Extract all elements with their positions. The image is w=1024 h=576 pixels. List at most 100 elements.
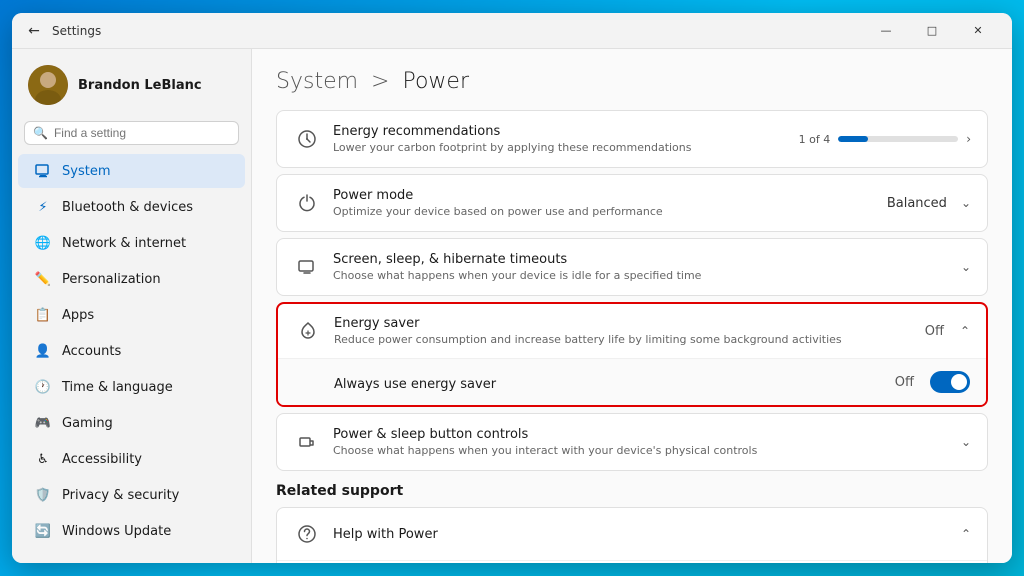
- sidebar-item-label: Accessibility: [62, 452, 142, 467]
- energy-saver-icon: [294, 317, 322, 345]
- sidebar-item-label: Apps: [62, 308, 94, 323]
- sidebar-item-accounts[interactable]: 👤 Accounts: [18, 334, 245, 368]
- energy-saver-sub-state: Off: [895, 375, 914, 390]
- chevron-up-icon[interactable]: ⌃: [960, 324, 970, 338]
- sidebar-item-label: Privacy & security: [62, 488, 179, 503]
- chevron-right-icon[interactable]: ›: [966, 132, 971, 146]
- power-mode-card: Power mode Optimize your device based on…: [276, 174, 988, 232]
- progress-container: 1 of 4: [799, 133, 959, 146]
- bluetooth-icon: ⚡: [34, 198, 52, 216]
- maximize-button[interactable]: □: [910, 15, 954, 47]
- related-support-heading: Related support: [276, 483, 988, 499]
- power-sleep-button-row[interactable]: Power & sleep button controls Choose wha…: [277, 414, 987, 470]
- power-sleep-button-card: Power & sleep button controls Choose wha…: [276, 413, 988, 471]
- power-mode-icon: [293, 189, 321, 217]
- chevron-up-icon[interactable]: ⌃: [961, 527, 971, 541]
- power-sleep-button-action: ⌄: [961, 435, 971, 449]
- personalization-icon: ✏️: [34, 270, 52, 288]
- energy-saver-state-label: Off: [925, 324, 944, 339]
- back-button[interactable]: ←: [24, 21, 44, 41]
- sidebar-item-personalization[interactable]: ✏️ Personalization: [18, 262, 245, 296]
- time-icon: 🕐: [34, 378, 52, 396]
- power-mode-row[interactable]: Power mode Optimize your device based on…: [277, 175, 987, 231]
- power-sleep-button-text: Power & sleep button controls Choose wha…: [333, 427, 961, 457]
- window-controls: — □ ✕: [864, 15, 1000, 47]
- windows-update-icon: 🔄: [34, 522, 52, 540]
- progress-bar-background: [838, 136, 958, 142]
- breadcrumb-current: Power: [402, 69, 469, 94]
- help-with-power-action: ⌃: [961, 527, 971, 541]
- accessibility-icon: ♿: [34, 450, 52, 468]
- power-mode-title: Power mode: [333, 188, 887, 203]
- apps-icon: 📋: [34, 306, 52, 324]
- power-mode-action: Balanced ⌄: [887, 196, 971, 211]
- sidebar-item-system[interactable]: System: [18, 154, 245, 188]
- accounts-icon: 👤: [34, 342, 52, 360]
- chevron-down-icon[interactable]: ⌄: [961, 196, 971, 210]
- always-use-energy-saver-action: Off: [895, 371, 970, 393]
- energy-saver-header[interactable]: Energy saver Reduce power consumption an…: [278, 304, 986, 359]
- sidebar-item-network[interactable]: 🌐 Network & internet: [18, 226, 245, 260]
- sidebar-item-label: Windows Update: [62, 524, 171, 539]
- settings-window: ← Settings — □ ✕ Brandon LeBlanc: [12, 13, 1012, 563]
- toggle-knob: [951, 374, 967, 390]
- energy-saver-title: Energy saver: [334, 316, 925, 331]
- help-icon: [293, 520, 321, 548]
- chevron-down-icon[interactable]: ⌄: [961, 260, 971, 274]
- avatar: [28, 65, 68, 105]
- sidebar-item-time[interactable]: 🕐 Time & language: [18, 370, 245, 404]
- energy-saver-action: Off ⌃: [925, 324, 970, 339]
- content-area: Brandon LeBlanc 🔍 System ⚡ Bl: [12, 49, 1012, 563]
- window-title: Settings: [52, 24, 101, 38]
- sidebar-item-label: Personalization: [62, 272, 161, 287]
- privacy-icon: 🛡️: [34, 486, 52, 504]
- energy-saver-text: Energy saver Reduce power consumption an…: [334, 316, 925, 346]
- user-section: Brandon LeBlanc: [12, 57, 251, 117]
- energy-saver-sub: Always use energy saver Off: [278, 359, 986, 405]
- always-use-energy-saver-text: Always use energy saver: [334, 377, 496, 392]
- screen-sleep-icon: [293, 253, 321, 281]
- energy-recommendations-icon: [293, 125, 321, 153]
- search-icon: 🔍: [33, 126, 48, 140]
- search-box[interactable]: 🔍: [24, 121, 239, 145]
- screen-sleep-text: Screen, sleep, & hibernate timeouts Choo…: [333, 252, 961, 282]
- power-sleep-button-icon: [293, 428, 321, 456]
- energy-saver-toggle[interactable]: [930, 371, 970, 393]
- sidebar-item-windows-update[interactable]: 🔄 Windows Update: [18, 514, 245, 548]
- help-with-power-card: Help with Power ⌃ Adjusting power and sl…: [276, 507, 988, 563]
- energy-saver-desc: Reduce power consumption and increase ba…: [334, 333, 925, 346]
- sidebar-item-label: Time & language: [62, 380, 173, 395]
- screen-sleep-row[interactable]: Screen, sleep, & hibernate timeouts Choo…: [277, 239, 987, 295]
- help-with-power-header[interactable]: Help with Power ⌃: [277, 508, 987, 561]
- energy-recommendations-card: Energy recommendations Lower your carbon…: [276, 110, 988, 168]
- sidebar-item-apps[interactable]: 📋 Apps: [18, 298, 245, 332]
- energy-recommendations-desc: Lower your carbon footprint by applying …: [333, 141, 799, 154]
- chevron-down-icon[interactable]: ⌄: [961, 435, 971, 449]
- power-mode-desc: Optimize your device based on power use …: [333, 205, 887, 218]
- sidebar-item-label: System: [62, 164, 110, 179]
- close-button[interactable]: ✕: [956, 15, 1000, 47]
- breadcrumb-parent: System: [276, 69, 358, 94]
- help-with-power-title: Help with Power: [333, 527, 961, 542]
- titlebar: ← Settings — □ ✕: [12, 13, 1012, 49]
- minimize-button[interactable]: —: [864, 15, 908, 47]
- energy-recommendations-text: Energy recommendations Lower your carbon…: [333, 124, 799, 154]
- sidebar-item-label: Network & internet: [62, 236, 186, 251]
- energy-recommendations-row[interactable]: Energy recommendations Lower your carbon…: [277, 111, 987, 167]
- energy-recommendations-action: 1 of 4 ›: [799, 132, 971, 146]
- sidebar-item-label: Bluetooth & devices: [62, 200, 193, 215]
- sidebar-item-bluetooth[interactable]: ⚡ Bluetooth & devices: [18, 190, 245, 224]
- sidebar-item-privacy[interactable]: 🛡️ Privacy & security: [18, 478, 245, 512]
- screen-sleep-desc: Choose what happens when your device is …: [333, 269, 961, 282]
- gaming-icon: 🎮: [34, 414, 52, 432]
- sidebar-item-accessibility[interactable]: ♿ Accessibility: [18, 442, 245, 476]
- progress-bar-fill: [838, 136, 868, 142]
- search-input[interactable]: [54, 126, 230, 140]
- network-icon: 🌐: [34, 234, 52, 252]
- power-sleep-button-desc: Choose what happens when you interact wi…: [333, 444, 961, 457]
- power-mode-value: Balanced: [887, 196, 947, 211]
- breadcrumb-separator: >: [371, 69, 396, 94]
- screen-sleep-card: Screen, sleep, & hibernate timeouts Choo…: [276, 238, 988, 296]
- sidebar-item-gaming[interactable]: 🎮 Gaming: [18, 406, 245, 440]
- energy-recommendations-title: Energy recommendations: [333, 124, 799, 139]
